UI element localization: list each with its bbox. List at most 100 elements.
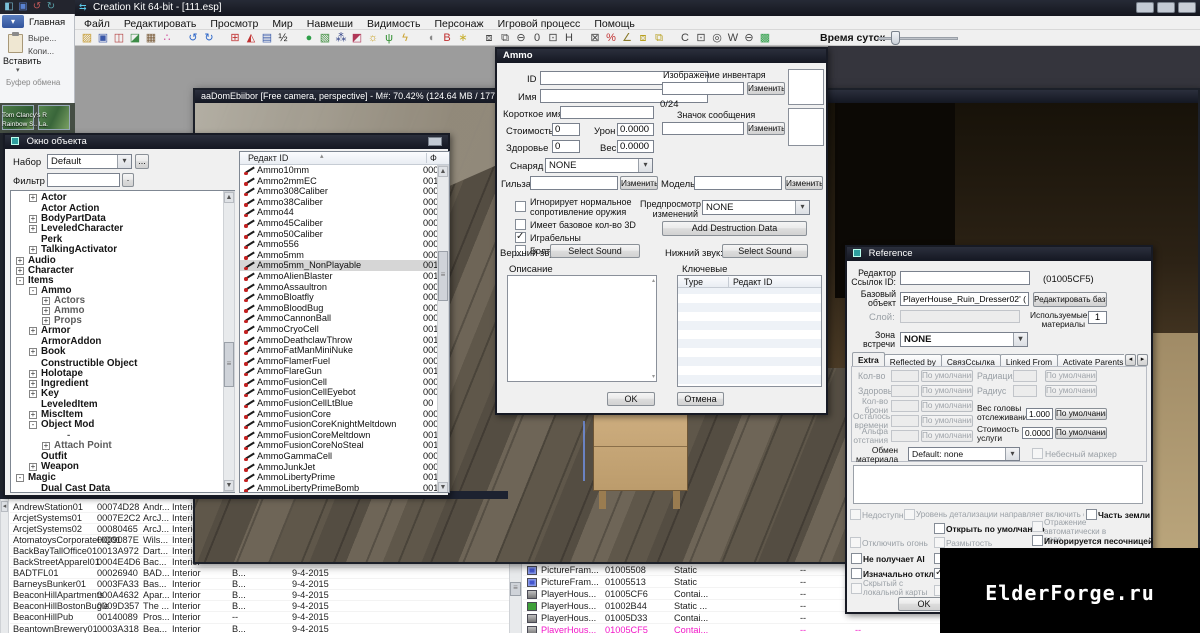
tree-expander-icon[interactable]: - bbox=[16, 277, 24, 285]
tree-expander-icon[interactable]: + bbox=[29, 348, 37, 356]
menu-item[interactable]: Навмеши bbox=[300, 16, 360, 30]
reference-list-scrollbar[interactable]: ≡ bbox=[509, 563, 522, 633]
menu-item[interactable]: Игровой процесс bbox=[491, 16, 588, 30]
ref-id-input[interactable] bbox=[900, 271, 1030, 285]
toolbar-icon[interactable]: ↻ bbox=[202, 31, 216, 45]
close-button[interactable] bbox=[1178, 2, 1196, 13]
toolbar-icon[interactable]: ⊖ bbox=[742, 31, 756, 45]
tree-item[interactable]: -Ammo bbox=[11, 286, 234, 296]
service-default-button[interactable]: По умолчанию bbox=[1055, 427, 1107, 439]
cell-list-scrollbar[interactable]: ◂ bbox=[0, 498, 9, 633]
toolbar-icon[interactable]: ▣ bbox=[96, 31, 110, 45]
time-of-day-slider-thumb[interactable] bbox=[891, 31, 900, 45]
ammo-list-row[interactable]: AmmoDeathclawThrow 001 bbox=[240, 335, 437, 346]
toolbar-icon[interactable]: ◫ bbox=[112, 31, 126, 45]
tree-expander-icon[interactable]: + bbox=[29, 225, 37, 233]
ammo-list-row[interactable]: AmmoAlienBlaster 001 bbox=[240, 271, 437, 282]
toolbar-icon[interactable]: ▨ bbox=[80, 31, 94, 45]
cell-row[interactable]: BeantownBrewery01 0003A318 Bea... Interi… bbox=[10, 624, 522, 633]
open-by-default-checkbox[interactable] bbox=[934, 523, 945, 534]
toolbar-icon[interactable]: H bbox=[562, 31, 576, 45]
toolbar-icon[interactable]: C bbox=[678, 31, 692, 45]
filter-input[interactable] bbox=[47, 173, 120, 187]
ammo-list-row[interactable]: AmmoJunkJet 000 bbox=[240, 462, 437, 473]
cancel-button[interactable]: Отмена bbox=[677, 392, 724, 406]
ammo-list-row[interactable]: Ammo556 000 bbox=[240, 239, 437, 250]
weight-input[interactable] bbox=[617, 140, 654, 153]
base3d-checkbox[interactable] bbox=[515, 219, 526, 230]
model-change-button[interactable]: Изменить bbox=[785, 176, 823, 190]
toolbar-icon[interactable]: B bbox=[440, 31, 454, 45]
cell-row[interactable]: BeaconHillPub 00140089 Pros... Interior … bbox=[10, 612, 522, 623]
menu-item[interactable]: Файл bbox=[77, 16, 117, 30]
ignore-sandbox-checkbox[interactable] bbox=[1032, 535, 1043, 546]
toolbar-icon[interactable]: ⊖ bbox=[514, 31, 528, 45]
qat-icon[interactable]: ↻ bbox=[44, 0, 58, 14]
object-window-menu-button[interactable] bbox=[428, 137, 442, 146]
cell-row[interactable]: BeaconHillApartments 000A4632 Apar... In… bbox=[10, 590, 522, 601]
tree-expander-icon[interactable]: + bbox=[29, 463, 37, 471]
toolbar-icon[interactable]: ◖ bbox=[424, 31, 438, 45]
toolbar-icon[interactable]: ½ bbox=[276, 31, 290, 45]
ammo-list-row[interactable]: Ammo45Caliber 000 bbox=[240, 218, 437, 229]
time-of-day-slider[interactable] bbox=[878, 37, 958, 40]
toolbar-icon[interactable]: ⧈ bbox=[482, 31, 496, 45]
tree-item[interactable]: +Actors bbox=[11, 296, 234, 306]
tree-expander-icon[interactable]: + bbox=[29, 390, 37, 398]
value-input[interactable] bbox=[552, 123, 580, 136]
minimize-button[interactable] bbox=[1136, 2, 1154, 13]
ammo-list-row[interactable]: AmmoFusionCoreNoSteal 001 bbox=[240, 440, 437, 451]
description-textarea[interactable]: ▴ ▾ bbox=[507, 275, 657, 382]
copy-button[interactable]: Копи... bbox=[28, 46, 54, 56]
tree-expander-icon[interactable]: + bbox=[42, 307, 50, 315]
reference-dialog-titlebar[interactable]: Reference bbox=[847, 247, 1151, 261]
tree-item[interactable]: - bbox=[11, 430, 234, 441]
service-cost-input[interactable] bbox=[1022, 427, 1053, 439]
toolbar-icon[interactable]: ⧈ bbox=[636, 31, 650, 45]
ammo-list-row[interactable]: AmmoFusionCoreKnightMeltdown 000 bbox=[240, 419, 437, 430]
tree-expander-icon[interactable]: + bbox=[29, 411, 37, 419]
ammo-list-row[interactable]: AmmoFusionCellLtBlue 00 bbox=[240, 398, 437, 409]
paste-dropdown-icon[interactable]: ▾ bbox=[16, 66, 20, 74]
ammo-list-row[interactable]: AmmoFusionCell 000 bbox=[240, 377, 437, 388]
tree-expander-icon[interactable]: + bbox=[16, 257, 24, 265]
tree-item[interactable]: +Actor bbox=[11, 193, 234, 203]
message-icon-input[interactable] bbox=[662, 122, 744, 135]
file-menu-button[interactable]: ▾ bbox=[2, 15, 24, 28]
toolbar-icon[interactable]: ⊡ bbox=[694, 31, 708, 45]
toolbar-icon[interactable]: ▤ bbox=[260, 31, 274, 45]
paste-button[interactable]: Вставить bbox=[3, 56, 41, 66]
ammo-list-row[interactable]: Ammo5mm_NonPlayable 001 bbox=[240, 260, 437, 271]
message-icon-change-button[interactable]: Изменить bbox=[747, 122, 785, 135]
toolbar-icon[interactable]: ☼ bbox=[366, 31, 380, 45]
toolbar-icon[interactable]: ◪ bbox=[128, 31, 142, 45]
ammo-list-row[interactable]: AmmoFlamerFuel 000 bbox=[240, 356, 437, 367]
toolbar-icon[interactable]: ◩ bbox=[350, 31, 364, 45]
reference-info-box[interactable] bbox=[853, 465, 1143, 504]
inventory-image-input[interactable] bbox=[662, 82, 744, 95]
toolbar-icon[interactable]: ∗ bbox=[456, 31, 470, 45]
tree-expander-icon[interactable]: + bbox=[29, 215, 37, 223]
toolbar-icon[interactable]: ▩ bbox=[758, 31, 772, 45]
tab-scroll-right[interactable]: ▸ bbox=[1137, 354, 1148, 366]
qat-icon[interactable]: ◧ bbox=[2, 0, 16, 14]
ammo-dialog-titlebar[interactable]: Ammo bbox=[497, 49, 826, 63]
ammo-list-row[interactable]: AmmoLibertyPrime 001 bbox=[240, 472, 437, 483]
ammo-list-row[interactable]: AmmoAssaultron 000 bbox=[240, 282, 437, 293]
ammo-list-row[interactable]: AmmoLibertyPrimeBomb 001 bbox=[240, 483, 437, 493]
maximize-button[interactable] bbox=[1157, 2, 1175, 13]
ammo-list-row[interactable]: Ammo50Caliber 000 bbox=[240, 229, 437, 240]
initially-disabled-checkbox[interactable] bbox=[851, 568, 862, 579]
ammo-list-row[interactable]: Ammo10mm 000 bbox=[240, 165, 437, 176]
tree-expander-icon[interactable]: + bbox=[42, 442, 50, 450]
down-sound-button[interactable]: Select Sound bbox=[722, 244, 808, 258]
ammo-list-scrollbar[interactable]: ▲ ▼ ≡ bbox=[437, 165, 449, 493]
ammo-list-row[interactable]: AmmoFlareGun 001 bbox=[240, 366, 437, 377]
tree-expander-icon[interactable]: - bbox=[29, 287, 37, 295]
object-window-titlebar[interactable]: Окно объекта bbox=[5, 135, 448, 149]
toolbar-icon[interactable]: ⊡ bbox=[546, 31, 560, 45]
edit-base-button[interactable]: Редактировать базу bbox=[1033, 292, 1107, 307]
tree-expander-icon[interactable]: + bbox=[29, 327, 37, 335]
toolbar-icon[interactable]: ◎ bbox=[710, 31, 724, 45]
toolbar-icon[interactable]: ↺ bbox=[186, 31, 200, 45]
